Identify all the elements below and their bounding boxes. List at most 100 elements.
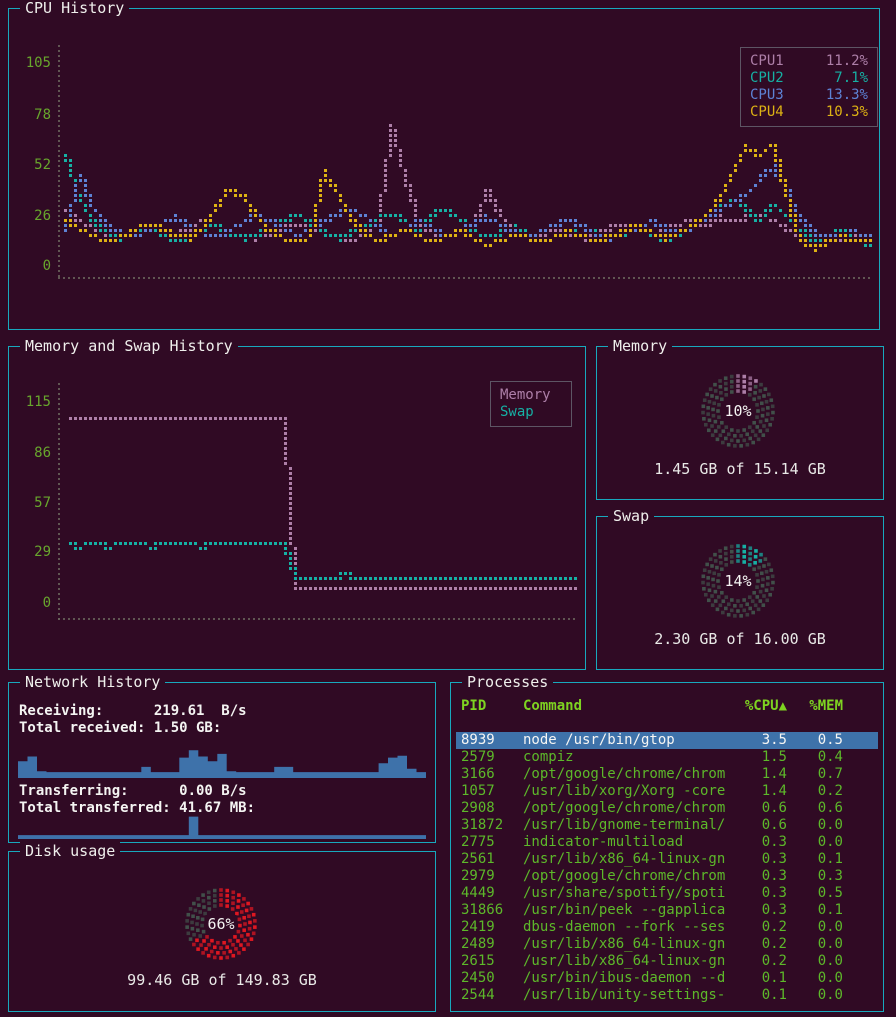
process-pid: 2979: [461, 868, 523, 885]
y-axis-tick: 26: [15, 208, 51, 224]
swap-caption: 2.30 GB of 16.00 GB: [597, 630, 883, 648]
process-command: /opt/google/chrome/chrom: [523, 868, 729, 885]
process-pid: 2544: [461, 987, 523, 1004]
process-row[interactable]: 1057/usr/lib/xorg/Xorg -core1.40.2: [456, 783, 878, 800]
y-axis-tick: 29: [15, 544, 51, 560]
process-mem: 0.0: [787, 834, 843, 851]
process-mem: 0.3: [787, 868, 843, 885]
process-mem: 0.0: [787, 970, 843, 987]
process-cpu: 0.1: [729, 970, 787, 987]
memory-panel: Memory 10% 1.45 GB of 15.14 GB: [596, 346, 884, 500]
process-pid: 2561: [461, 851, 523, 868]
legend-value: 10.3%: [826, 104, 868, 121]
process-row[interactable]: 2579compiz1.50.4: [456, 749, 878, 766]
cpu-legend: CPU111.2%CPU2 7.1%CPU313.3%CPU4 10.3%: [740, 47, 878, 127]
process-row[interactable]: 2615/usr/lib/x86_64-linux-gn0.20.0: [456, 953, 878, 970]
process-row[interactable]: 2450/usr/bin/ibus-daemon --d0.10.0: [456, 970, 878, 987]
process-row[interactable]: 2544/usr/lib/unity-settings-0.10.0: [456, 987, 878, 1004]
process-cpu: 1.4: [729, 766, 787, 783]
process-pid: 2615: [461, 953, 523, 970]
process-row[interactable]: 2561/usr/lib/x86_64-linux-gn0.30.1: [456, 851, 878, 868]
process-row[interactable]: 2908/opt/google/chrome/chrom0.60.6: [456, 800, 878, 817]
legend-label: CPU3: [750, 87, 784, 104]
header-command[interactable]: Command: [523, 698, 729, 715]
header-pid[interactable]: PID: [461, 698, 523, 715]
process-command: /usr/share/spotify/spoti: [523, 885, 729, 902]
legend-label: CPU2: [750, 70, 784, 87]
process-command: /usr/bin/peek --gapplica: [523, 902, 729, 919]
process-row[interactable]: 2775indicator-multiload0.30.0: [456, 834, 878, 851]
process-row[interactable]: 31872/usr/lib/gnome-terminal/0.60.0: [456, 817, 878, 834]
transferring-line: Transferring: 0.00 B/s: [19, 783, 247, 800]
swap-percent: 14%: [722, 572, 753, 590]
process-cpu: 3.5: [729, 732, 787, 749]
process-command: /usr/lib/x86_64-linux-gn: [523, 953, 729, 970]
header-mem[interactable]: %MEM: [787, 698, 843, 715]
process-mem: 0.7: [787, 766, 843, 783]
memory-caption: 1.45 GB of 15.14 GB: [597, 460, 883, 478]
y-axis-tick: 115: [15, 394, 51, 410]
process-table-header: PID Command %CPU▲ %MEM: [451, 698, 883, 715]
process-cpu: 0.2: [729, 936, 787, 953]
process-command: indicator-multiload: [523, 834, 729, 851]
legend-label: CPU1: [750, 53, 784, 70]
process-row[interactable]: 4449/usr/share/spotify/spoti0.30.5: [456, 885, 878, 902]
receiving-sparkline: [18, 741, 426, 778]
process-command: dbus-daemon --fork --ses: [523, 919, 729, 936]
process-pid: 4449: [461, 885, 523, 902]
receiving-line: Receiving: 219.61 B/s: [19, 703, 247, 720]
process-mem: 0.1: [787, 902, 843, 919]
cpu-legend-item: CPU4 10.3%: [750, 104, 868, 121]
process-mem: 0.6: [787, 800, 843, 817]
process-command: compiz: [523, 749, 729, 766]
process-cpu: 0.3: [729, 885, 787, 902]
legend-label: CPU4: [750, 104, 784, 121]
memory-swap-legend: MemorySwap: [490, 381, 572, 427]
cpu-history-panel: CPU History 1057852260 CPU111.2%CPU27.1%…: [8, 8, 880, 330]
process-command: /usr/bin/ibus-daemon --d: [523, 970, 729, 987]
memswap-legend-item: Swap: [500, 404, 562, 421]
process-command: /opt/google/chrome/chrom: [523, 800, 729, 817]
header-cpu-sort[interactable]: %CPU▲: [729, 698, 787, 715]
process-cpu: 0.1: [729, 987, 787, 1004]
swap-panel: Swap 14% 2.30 GB of 16.00 GB: [596, 516, 884, 670]
legend-value: 7.1%: [834, 70, 868, 87]
process-pid: 1057: [461, 783, 523, 800]
process-mem: 0.1: [787, 851, 843, 868]
process-cpu: 0.2: [729, 953, 787, 970]
process-cpu: 1.5: [729, 749, 787, 766]
process-mem: 0.2: [787, 783, 843, 800]
memory-swap-history-title: Memory and Swap History: [20, 337, 238, 355]
process-command: /usr/lib/x86_64-linux-gn: [523, 936, 729, 953]
process-command: /opt/google/chrome/chrom: [523, 766, 729, 783]
process-table-body: 8939node /usr/bin/gtop3.50.52579compiz1.…: [456, 732, 878, 1004]
process-row[interactable]: 3166/opt/google/chrome/chrom1.40.7: [456, 766, 878, 783]
process-row[interactable]: 31866/usr/bin/peek --gapplica0.30.1: [456, 902, 878, 919]
process-command: /usr/lib/unity-settings-: [523, 987, 729, 1004]
cpu-legend-item: CPU111.2%: [750, 53, 868, 70]
y-axis-tick: 86: [15, 445, 51, 461]
process-pid: 2450: [461, 970, 523, 987]
memswap-legend-item: Memory: [500, 387, 562, 404]
process-row-selected[interactable]: 8939node /usr/bin/gtop3.50.5: [456, 732, 878, 749]
y-axis-tick: 57: [15, 495, 51, 511]
network-history-title: Network History: [20, 673, 165, 691]
process-cpu: 0.6: [729, 800, 787, 817]
y-axis-tick: 105: [15, 55, 51, 71]
process-mem: 0.5: [787, 885, 843, 902]
cpu-legend-item: CPU313.3%: [750, 87, 868, 104]
y-axis-tick: 0: [15, 595, 51, 611]
processes-title: Processes: [462, 673, 553, 691]
process-mem: 0.0: [787, 817, 843, 834]
cpu-history-title: CPU History: [20, 0, 129, 17]
network-history-panel: Network History Receiving: 219.61 B/s To…: [8, 682, 436, 843]
process-row[interactable]: 2419dbus-daemon --fork --ses0.20.0: [456, 919, 878, 936]
cpu-legend-item: CPU2 7.1%: [750, 70, 868, 87]
y-axis-tick: 52: [15, 157, 51, 173]
process-row[interactable]: 2489/usr/lib/x86_64-linux-gn0.20.0: [456, 936, 878, 953]
memory-swap-history-panel: Memory and Swap History 1158657290 Memor…: [8, 346, 586, 670]
process-row[interactable]: 2979/opt/google/chrome/chrom0.30.3: [456, 868, 878, 885]
memory-title: Memory: [608, 337, 672, 355]
process-pid: 2908: [461, 800, 523, 817]
process-pid: 31866: [461, 902, 523, 919]
